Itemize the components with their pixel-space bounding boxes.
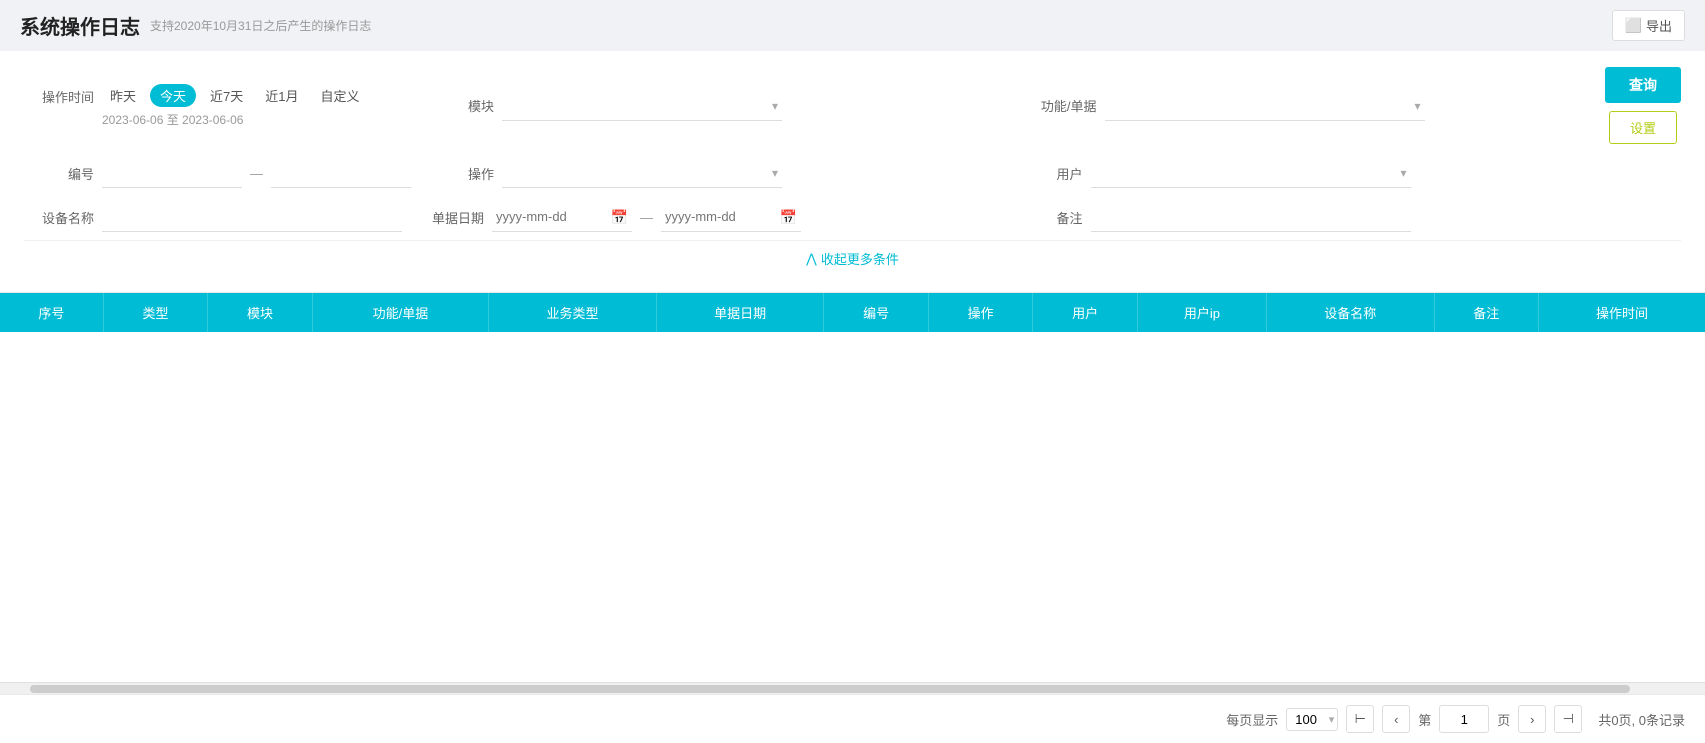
remark-label: 备注 (993, 208, 1083, 227)
pagination-bar: 每页显示 100 50 200 ▾ ⊢ ‹ 第 页 › ⊣ 共0页, 0条记录 (0, 694, 1705, 743)
collapse-up-icon: ⋀ (806, 251, 817, 267)
page-subtitle: 支持2020年10月31日之后产生的操作日志 (150, 17, 371, 34)
collapse-bar: ⋀ 收起更多条件 (24, 240, 1681, 276)
next-page-button[interactable]: › (1518, 705, 1546, 733)
scrollbar-thumb[interactable] (30, 685, 1630, 693)
device-label: 设备名称 (24, 208, 94, 227)
page-num-input[interactable] (1439, 705, 1489, 733)
col-type: 类型 (103, 293, 207, 332)
page-header: 系统操作日志 支持2020年10月31日之后产生的操作日志 ⬜ 导出 (0, 0, 1705, 51)
col-module: 模块 (208, 293, 312, 332)
operation-select[interactable] (502, 158, 782, 188)
export-button[interactable]: ⬜ 导出 (1612, 10, 1685, 41)
filter-area: 操作时间 昨天 今天 近7天 近1月 自定义 2023-06-06 至 2023… (0, 51, 1705, 293)
user-label: 用户 (993, 164, 1083, 183)
device-input[interactable] (102, 202, 402, 232)
date-start-wrapper: 📅 (492, 202, 632, 232)
user-select[interactable] (1091, 158, 1411, 188)
page-size-label: 每页显示 (1226, 710, 1278, 729)
time-btn-1month[interactable]: 近1月 (257, 84, 306, 107)
col-index: 序号 (0, 293, 103, 332)
col-device: 设备名称 (1266, 293, 1434, 332)
code-dash: — (250, 166, 263, 181)
code-input-start[interactable] (102, 158, 242, 188)
date-dash: — (640, 210, 653, 225)
col-func: 功能/单据 (312, 293, 488, 332)
module-select[interactable] (502, 91, 782, 121)
data-table: 序号 类型 模块 功能/单据 业务类型 单据日期 编号 操作 用户 用户ip 设… (0, 293, 1705, 332)
time-label: 操作时间 (24, 84, 94, 106)
settings-button[interactable]: 设置 (1609, 111, 1677, 144)
total-text: 共0页, 0条记录 (1598, 710, 1685, 729)
col-biz-type: 业务类型 (489, 293, 657, 332)
func-select[interactable] (1105, 91, 1425, 121)
query-button[interactable]: 查询 (1605, 67, 1681, 103)
page-unit: 页 (1497, 710, 1510, 729)
module-select-wrapper: ▾ (502, 91, 782, 121)
user-select-wrapper: ▾ (1091, 158, 1411, 188)
page-size-wrapper: 100 50 200 ▾ (1286, 708, 1338, 731)
action-buttons: 查询 设置 (1605, 67, 1681, 144)
export-icon: ⬜ (1625, 17, 1642, 34)
last-page-button[interactable]: ⊣ (1554, 705, 1582, 733)
module-label: 模块 (424, 96, 494, 115)
first-page-button[interactable]: ⊢ (1346, 705, 1374, 733)
calendar-start-icon[interactable]: 📅 (611, 209, 628, 226)
col-op-time: 操作时间 (1539, 293, 1705, 332)
func-select-wrapper: ▾ (1105, 91, 1425, 121)
page-size-select[interactable]: 100 50 200 (1286, 708, 1338, 731)
col-voucher-date: 单据日期 (656, 293, 824, 332)
date-end-wrapper: 📅 (661, 202, 801, 232)
col-user-ip: 用户ip (1137, 293, 1266, 332)
page-title: 系统操作日志 (20, 11, 140, 40)
page-label: 第 (1418, 710, 1431, 729)
table-wrapper: 序号 类型 模块 功能/单据 业务类型 单据日期 编号 操作 用户 用户ip 设… (0, 293, 1705, 682)
remark-input[interactable] (1091, 202, 1411, 232)
time-btn-yesterday[interactable]: 昨天 (102, 84, 144, 107)
code-input-end[interactable] (271, 158, 411, 188)
table-header-row: 序号 类型 模块 功能/单据 业务类型 单据日期 编号 操作 用户 用户ip 设… (0, 293, 1705, 332)
collapse-button[interactable]: ⋀ 收起更多条件 (806, 249, 899, 268)
col-user: 用户 (1033, 293, 1137, 332)
time-filter-group: 昨天 今天 近7天 近1月 自定义 2023-06-06 至 2023-06-0… (102, 84, 368, 128)
code-label: 编号 (24, 164, 94, 183)
prev-page-button[interactable]: ‹ (1382, 705, 1410, 733)
calendar-end-icon[interactable]: 📅 (780, 209, 797, 226)
operation-label: 操作 (424, 164, 494, 183)
collapse-label: 收起更多条件 (821, 249, 899, 268)
time-range-text: 2023-06-06 至 2023-06-06 (102, 111, 368, 128)
func-label: 功能/单据 (1007, 96, 1097, 115)
voucher-date-label: 单据日期 (424, 208, 484, 227)
col-remark: 备注 (1434, 293, 1538, 332)
col-code: 编号 (824, 293, 928, 332)
time-btn-custom[interactable]: 自定义 (313, 84, 368, 107)
operation-select-wrapper: ▾ (502, 158, 782, 188)
time-btn-today[interactable]: 今天 (150, 84, 196, 107)
horizontal-scrollbar[interactable] (0, 682, 1705, 694)
col-operation: 操作 (928, 293, 1032, 332)
time-btn-7days[interactable]: 近7天 (202, 84, 251, 107)
